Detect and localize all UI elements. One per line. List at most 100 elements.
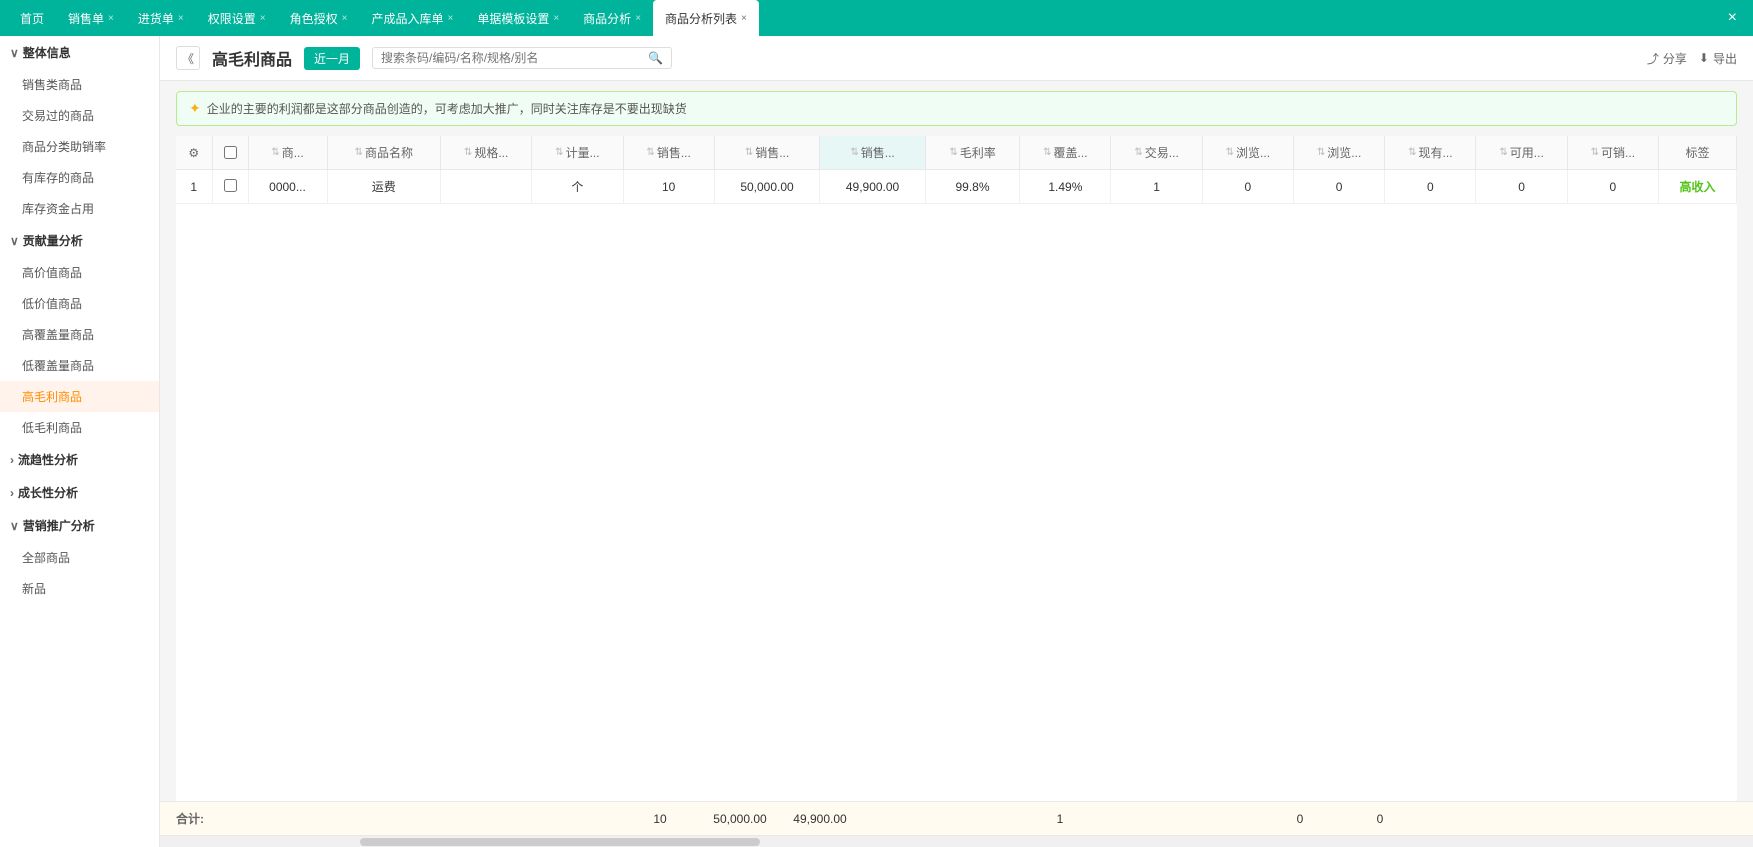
sidebar-item-low-coverage[interactable]: 低覆盖量商品 [0,350,159,381]
sidebar-item-low-value[interactable]: 低价值商品 [0,288,159,319]
nav-tab-home[interactable]: 首页 [8,0,56,36]
nav-tab-sales[interactable]: 销售单 × [56,0,126,36]
sidebar-item-high-value[interactable]: 高价值商品 [0,257,159,288]
footer-transactions: 1 [1020,812,1100,826]
share-button[interactable]: ⤴ 分享 [1647,50,1687,67]
footer-summary: 合计: 10 50,000.00 49,900.00 1 0 0 [160,801,1753,835]
sidebar-item-sales-goods[interactable]: 销售类商品 [0,69,159,100]
date-filter-button[interactable]: 近一月 [304,47,360,70]
footer-stock1: 0 [1260,812,1340,826]
footer-sales2: 50,000.00 [700,812,780,826]
close-icon[interactable]: × [260,13,266,24]
close-icon[interactable]: × [741,13,747,24]
close-icon[interactable]: × [342,13,348,24]
sidebar-item-new-goods[interactable]: 新品 [0,573,159,604]
collapse-button[interactable]: 《 [176,46,200,70]
export-icon: ⬇ [1699,51,1709,65]
nav-tab-permissions[interactable]: 权限设置 × [196,0,278,36]
row-index: 1 [176,170,212,204]
select-all-checkbox[interactable] [224,146,237,159]
col-views2[interactable]: ⇅ 浏览... [1293,136,1384,170]
sidebar-item-traded-goods[interactable]: 交易过的商品 [0,100,159,131]
close-icon[interactable]: × [108,13,114,24]
close-icon[interactable]: × [447,13,453,24]
nav-tab-roles[interactable]: 角色授权 × [278,0,360,36]
col-checkbox[interactable] [212,136,248,170]
table-header-row: ⚙ ⇅ 商... ⇅ [176,136,1737,170]
col-stock3[interactable]: ⇅ 可销... [1567,136,1658,170]
close-icon[interactable]: × [553,13,559,24]
main-layout: ∨ 整体信息 销售类商品 交易过的商品 商品分类助销率 有库存的商品 库存资金占… [0,36,1753,847]
sidebar-item-category-rate[interactable]: 商品分类助销率 [0,131,159,162]
col-settings[interactable]: ⚙ [176,136,212,170]
row-stock1: 0 [1385,170,1476,204]
content-header: 《 高毛利商品 近一月 🔍 ⤴ 分享 ⬇ 导出 [160,36,1753,81]
page-title: 高毛利商品 [212,46,292,70]
nav-tab-storage[interactable]: 产成品入库单 × [359,0,465,36]
col-transactions[interactable]: ⇅ 交易... [1111,136,1202,170]
close-all-button[interactable]: × [1720,9,1745,27]
nav-tab-template[interactable]: 单据模板设置 × [465,0,571,36]
sidebar-section-overall[interactable]: ∨ 整体信息 [0,36,159,69]
row-gross-rate: 99.8% [925,170,1019,204]
col-unit[interactable]: ⇅ 计量... [532,136,623,170]
col-code-sort-icon: ⇅ [271,147,279,158]
sidebar-item-high-coverage[interactable]: 高覆盖量商品 [0,319,159,350]
table-container[interactable]: ⚙ ⇅ 商... ⇅ [176,136,1737,801]
row-coverage: 1.49% [1020,170,1111,204]
search-icon[interactable]: 🔍 [648,51,663,65]
search-input[interactable] [381,51,642,65]
row-sales3: 49,900.00 [820,170,926,204]
sidebar-section-marketing[interactable]: ∨ 营销推广分析 [0,509,159,542]
col-coverage[interactable]: ⇅ 覆盖... [1020,136,1111,170]
col-stock2-sort-icon: ⇅ [1499,147,1507,158]
col-gross-sort-icon: ⇅ [949,147,957,158]
data-table: ⚙ ⇅ 商... ⇅ [176,136,1737,204]
col-gross-rate[interactable]: ⇅ 毛利率 [925,136,1019,170]
col-sales2[interactable]: ⇅ 销售... [714,136,820,170]
expand-icon: › [10,486,14,500]
nav-tab-analysis-list[interactable]: 商品分析列表 × [653,0,759,36]
horizontal-scrollbar[interactable] [160,835,1753,847]
col-spec[interactable]: ⇅ 规格... [441,136,532,170]
close-icon[interactable]: × [635,13,641,24]
row-checkbox[interactable] [212,170,248,204]
sidebar-section-contribution[interactable]: ∨ 贡献量分析 [0,224,159,257]
footer-stock2: 0 [1340,812,1420,826]
export-button[interactable]: ⬇ 导出 [1699,50,1737,67]
col-stock2[interactable]: ⇅ 可用... [1476,136,1567,170]
col-sales3[interactable]: ⇅ 销售... [820,136,926,170]
footer-label: 合计: [176,810,204,827]
row-transactions: 1 [1111,170,1202,204]
row-stock2: 0 [1476,170,1567,204]
search-box[interactable]: 🔍 [372,47,672,69]
top-nav: 首页 销售单 × 进货单 × 权限设置 × 角色授权 × 产成品入库单 × 单据… [0,0,1753,36]
row-code: 0000... [248,170,327,204]
sidebar-item-low-margin[interactable]: 低毛利商品 [0,412,159,443]
sidebar-section-growth[interactable]: › 成长性分析 [0,476,159,509]
col-code[interactable]: ⇅ 商... [248,136,327,170]
col-sales1[interactable]: ⇅ 销售... [623,136,714,170]
expand-icon: ∨ [10,234,19,248]
nav-tab-purchase[interactable]: 进货单 × [126,0,196,36]
scrollbar-thumb[interactable] [360,838,760,846]
col-views2-sort-icon: ⇅ [1317,147,1325,158]
sidebar-item-in-stock[interactable]: 有库存的商品 [0,162,159,193]
col-views1[interactable]: ⇅ 浏览... [1202,136,1293,170]
col-stock1-sort-icon: ⇅ [1408,147,1416,158]
col-tx-sort-icon: ⇅ [1134,147,1142,158]
sidebar-item-all-goods[interactable]: 全部商品 [0,542,159,573]
col-stock3-sort-icon: ⇅ [1591,147,1599,158]
sidebar-item-stock-capital[interactable]: 库存资金占用 [0,193,159,224]
col-stock1[interactable]: ⇅ 现有... [1385,136,1476,170]
footer-sales3: 49,900.00 [780,812,860,826]
nav-tab-analysis[interactable]: 商品分析 × [571,0,653,36]
col-tag[interactable]: 标签 [1658,136,1736,170]
sidebar-section-trend[interactable]: › 流趋性分析 [0,443,159,476]
expand-icon: ∨ [10,46,19,60]
col-name[interactable]: ⇅ 商品名称 [327,136,441,170]
close-icon[interactable]: × [178,13,184,24]
col-sales1-sort-icon: ⇅ [646,147,654,158]
sidebar-item-high-margin[interactable]: 高毛利商品 [0,381,159,412]
share-icon: ⤴ [1647,50,1659,67]
